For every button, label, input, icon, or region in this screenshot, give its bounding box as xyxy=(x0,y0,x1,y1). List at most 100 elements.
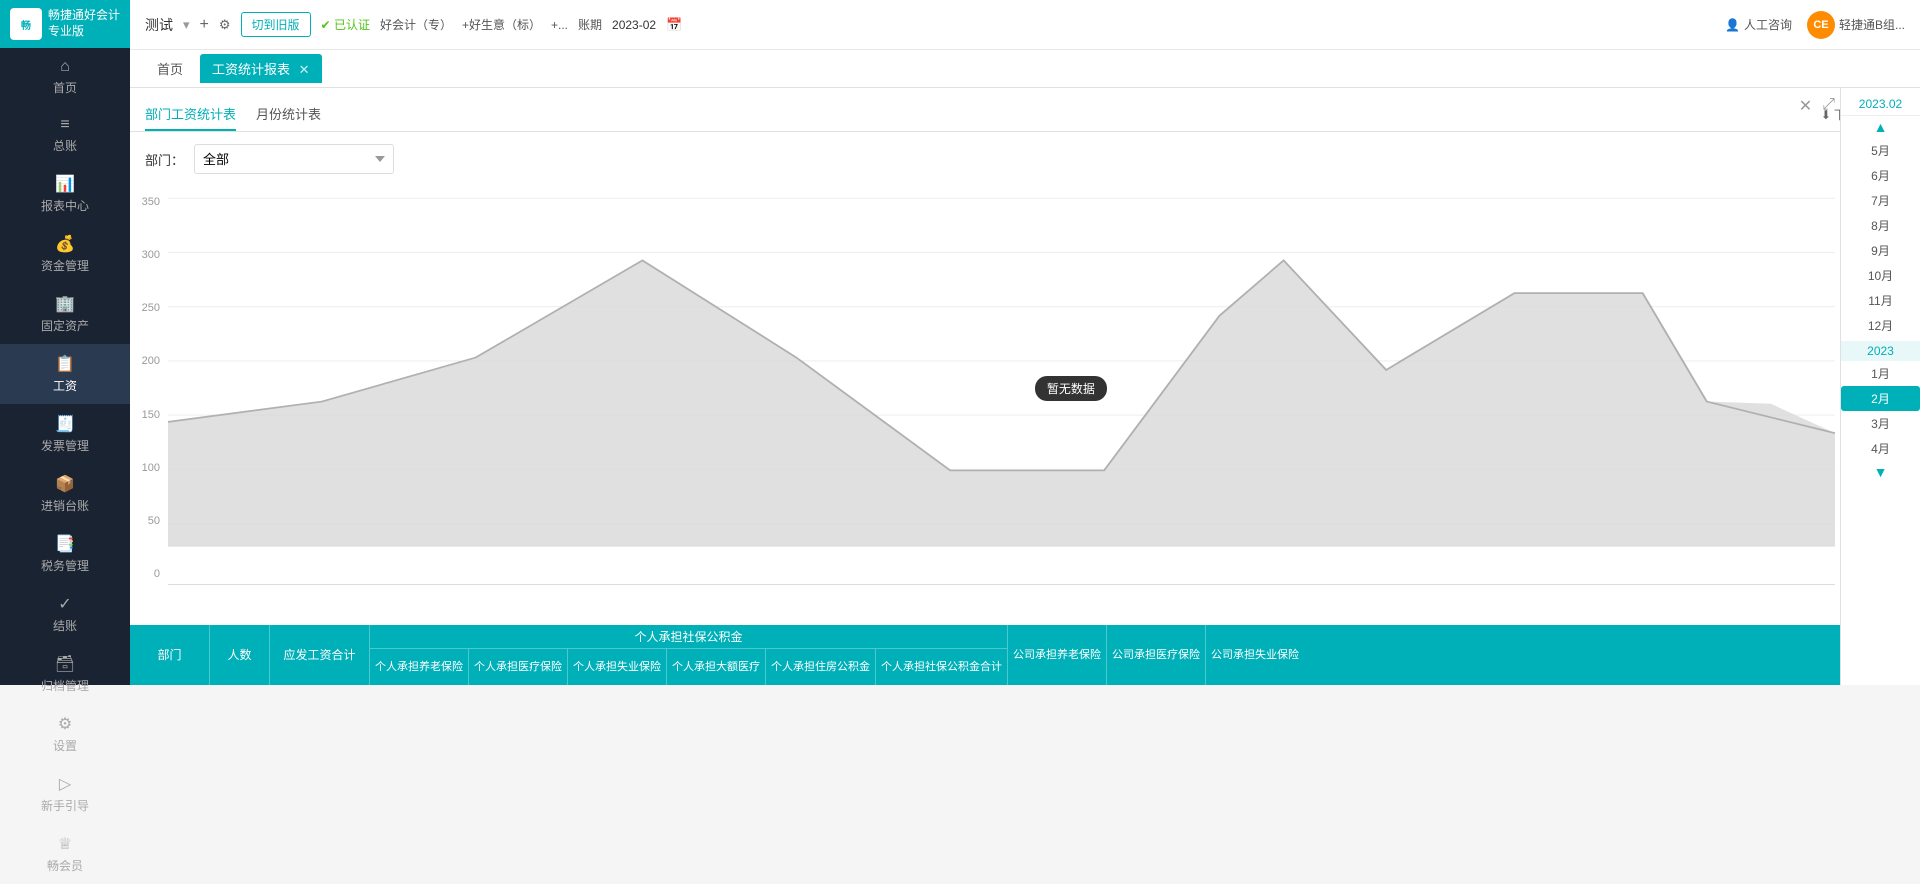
expand-window-btn[interactable]: ⤢ xyxy=(1822,96,1835,116)
sidebar-item-fixed-assets[interactable]: 🏢 固定资产 xyxy=(0,284,130,344)
rp-nav-up[interactable]: ▲ xyxy=(1871,116,1891,138)
sidebar-item-vip[interactable]: ♕ 畅会员 xyxy=(0,824,130,884)
y-label-350: 350 xyxy=(135,196,165,208)
sidebar-item-salary[interactable]: 📋 工资 xyxy=(0,344,130,404)
username: 轻捷通B组... xyxy=(1839,16,1905,33)
sidebar-item-archive[interactable]: 🗃 归档管理 xyxy=(0,644,130,704)
sidebar-item-general-ledger[interactable]: ≡ 总账 xyxy=(0,106,130,164)
th-company-pension: 公司承担养老保险 xyxy=(1008,625,1107,685)
content-area: ✕ ⤢ 部门工资统计表 月份统计表 ⬇ 下载 ↻ 刷新 部门： 全部 xyxy=(130,88,1920,685)
sidebar-item-funds[interactable]: 💰 资金管理 xyxy=(0,224,130,284)
settings-icon: ⚙ xyxy=(58,714,72,734)
x-axis-line xyxy=(168,584,1835,585)
filter-label: 部门： xyxy=(145,150,184,169)
customer-service-btn[interactable]: 👤 人工咨询 xyxy=(1725,16,1792,33)
sidebar-label-funds: 资金管理 xyxy=(41,257,89,274)
subtabbar: 部门工资统计表 月份统计表 ⬇ 下载 ↻ 刷新 xyxy=(130,88,1920,132)
funds-icon: 💰 xyxy=(55,234,75,254)
home-icon: ⌂ xyxy=(60,58,70,76)
sidebar-item-home[interactable]: ⌂ 首页 xyxy=(0,48,130,106)
rp-month-3[interactable]: 3月 xyxy=(1841,411,1920,436)
th-group-personal: 个人承担社保公积金 个人承担养老保险 个人承担医疗保险 个人承担失业保险 个人承… xyxy=(370,625,1008,685)
y-label-50: 50 xyxy=(135,515,165,527)
sidebar-label-invoice: 发票管理 xyxy=(41,437,89,454)
sidebar-item-sales[interactable]: 📦 进销台账 xyxy=(0,464,130,524)
reports-icon: 📊 xyxy=(55,174,75,194)
tab-close-salary-report[interactable]: ✕ xyxy=(299,62,310,77)
tabbar: 首页 工资统计报表 ✕ xyxy=(130,50,1920,88)
sidebar-item-invoice[interactable]: 🧾 发票管理 xyxy=(0,404,130,464)
vip-icon: ♕ xyxy=(58,834,72,854)
tab-home[interactable]: 首页 xyxy=(145,54,195,83)
rp-month-10[interactable]: 10月 xyxy=(1841,263,1920,288)
rp-month-5[interactable]: 5月 xyxy=(1841,138,1920,163)
sidebar-label-salary: 工资 xyxy=(53,377,77,394)
rp-month-7[interactable]: 7月 xyxy=(1841,188,1920,213)
close-window-btn[interactable]: ✕ xyxy=(1799,96,1812,116)
th-personal-large-medical: 个人承担大额医疗 xyxy=(667,649,766,685)
main-area: 测试 ▾ + ⚙ 切到旧版 ✔ 已认证 好会计（专） +好生意（标） +... … xyxy=(130,0,1920,685)
topbar-right: 👤 人工咨询 CE 轻捷通B组... xyxy=(1725,11,1905,39)
sidebar-label-archive: 归档管理 xyxy=(41,677,89,694)
rp-month-11[interactable]: 11月 xyxy=(1841,288,1920,313)
guide-icon: ▷ xyxy=(59,774,71,794)
th-personal-pension: 个人承担养老保险 xyxy=(370,649,469,685)
sidebar-label-tax: 税务管理 xyxy=(41,557,89,574)
avatar: CE xyxy=(1807,11,1835,39)
sidebar-label-ledger: 总账 xyxy=(53,137,77,154)
sidebar-label-settlement: 结账 xyxy=(53,617,77,634)
tab-salary-report[interactable]: 工资统计报表 ✕ xyxy=(200,54,322,83)
rp-nav-down[interactable]: ▼ xyxy=(1871,461,1891,483)
th-personal-unemployment: 个人承担失业保险 xyxy=(568,649,667,685)
filter-row: 部门： 全部 部门一 部门二 部门三 xyxy=(130,132,1920,186)
rp-month-12[interactable]: 12月 xyxy=(1841,313,1920,338)
sidebar-item-tax[interactable]: 📑 税务管理 xyxy=(0,524,130,584)
sidebar-label-home: 首页 xyxy=(53,79,77,96)
settlement-icon: ✓ xyxy=(58,594,71,614)
chart-section: 0 50 100 150 200 250 300 350 xyxy=(130,186,1920,685)
th-company-medical: 公司承担医疗保险 xyxy=(1107,625,1206,685)
logo-text-line2: 专业版 xyxy=(48,24,120,40)
rp-month-1[interactable]: 1月 xyxy=(1841,361,1920,386)
tag-good-business: +好生意（标） xyxy=(462,16,541,33)
invoice-icon: 🧾 xyxy=(55,414,75,434)
rp-month-6[interactable]: 6月 xyxy=(1841,163,1920,188)
salary-icon: 📋 xyxy=(55,354,75,374)
subtab-monthly[interactable]: 月份统计表 xyxy=(256,98,321,131)
rp-month-8[interactable]: 8月 xyxy=(1841,213,1920,238)
topbar: 测试 ▾ + ⚙ 切到旧版 ✔ 已认证 好会计（专） +好生意（标） +... … xyxy=(130,0,1920,50)
y-label-300: 300 xyxy=(135,249,165,261)
dept-filter-select[interactable]: 全部 部门一 部门二 部门三 xyxy=(194,144,394,174)
assets-icon: 🏢 xyxy=(55,294,75,314)
y-label-100: 100 xyxy=(135,462,165,474)
user-menu[interactable]: CE 轻捷通B组... xyxy=(1807,11,1905,39)
tag-period-label: 账期 xyxy=(578,16,602,33)
tag-more: +... xyxy=(551,18,568,32)
rp-month-9[interactable]: 9月 xyxy=(1841,238,1920,263)
service-icon: 👤 xyxy=(1725,18,1740,32)
sales-icon: 📦 xyxy=(55,474,75,494)
topbar-gear-icon[interactable]: ⚙ xyxy=(219,17,231,33)
sidebar-item-reports[interactable]: 📊 报表中心 xyxy=(0,164,130,224)
switch-to-old-btn[interactable]: 切到旧版 xyxy=(241,12,311,37)
y-axis: 0 50 100 150 200 250 300 350 xyxy=(135,196,165,580)
sidebar-label-guide: 新手引导 xyxy=(41,797,89,814)
th-personal-housing-fund: 个人承担住房公积金 xyxy=(766,649,876,685)
rp-month-2[interactable]: 2月 xyxy=(1841,386,1920,411)
logo-icon: 畅 xyxy=(10,8,42,40)
sidebar-label-settings: 设置 xyxy=(53,737,77,754)
topbar-dropdown-arrow[interactable]: ▾ xyxy=(183,17,190,33)
sidebar-item-settings[interactable]: ⚙ 设置 xyxy=(0,704,130,764)
rp-month-4[interactable]: 4月 xyxy=(1841,436,1920,461)
sidebar-label-vip: 畅会员 xyxy=(47,857,83,874)
service-label: 人工咨询 xyxy=(1744,16,1792,33)
topbar-add-icon[interactable]: + xyxy=(200,16,209,34)
y-label-150: 150 xyxy=(135,409,165,421)
sidebar-item-settlement[interactable]: ✓ 结账 xyxy=(0,584,130,644)
sidebar-item-guide[interactable]: ▷ 新手引导 xyxy=(0,764,130,824)
sidebar-label-sales: 进销台账 xyxy=(41,497,89,514)
tag-period-value: 2023-02 xyxy=(612,18,656,32)
subtab-dept[interactable]: 部门工资统计表 xyxy=(145,98,236,131)
y-label-200: 200 xyxy=(135,355,165,367)
calendar-icon[interactable]: 📅 xyxy=(666,17,682,33)
